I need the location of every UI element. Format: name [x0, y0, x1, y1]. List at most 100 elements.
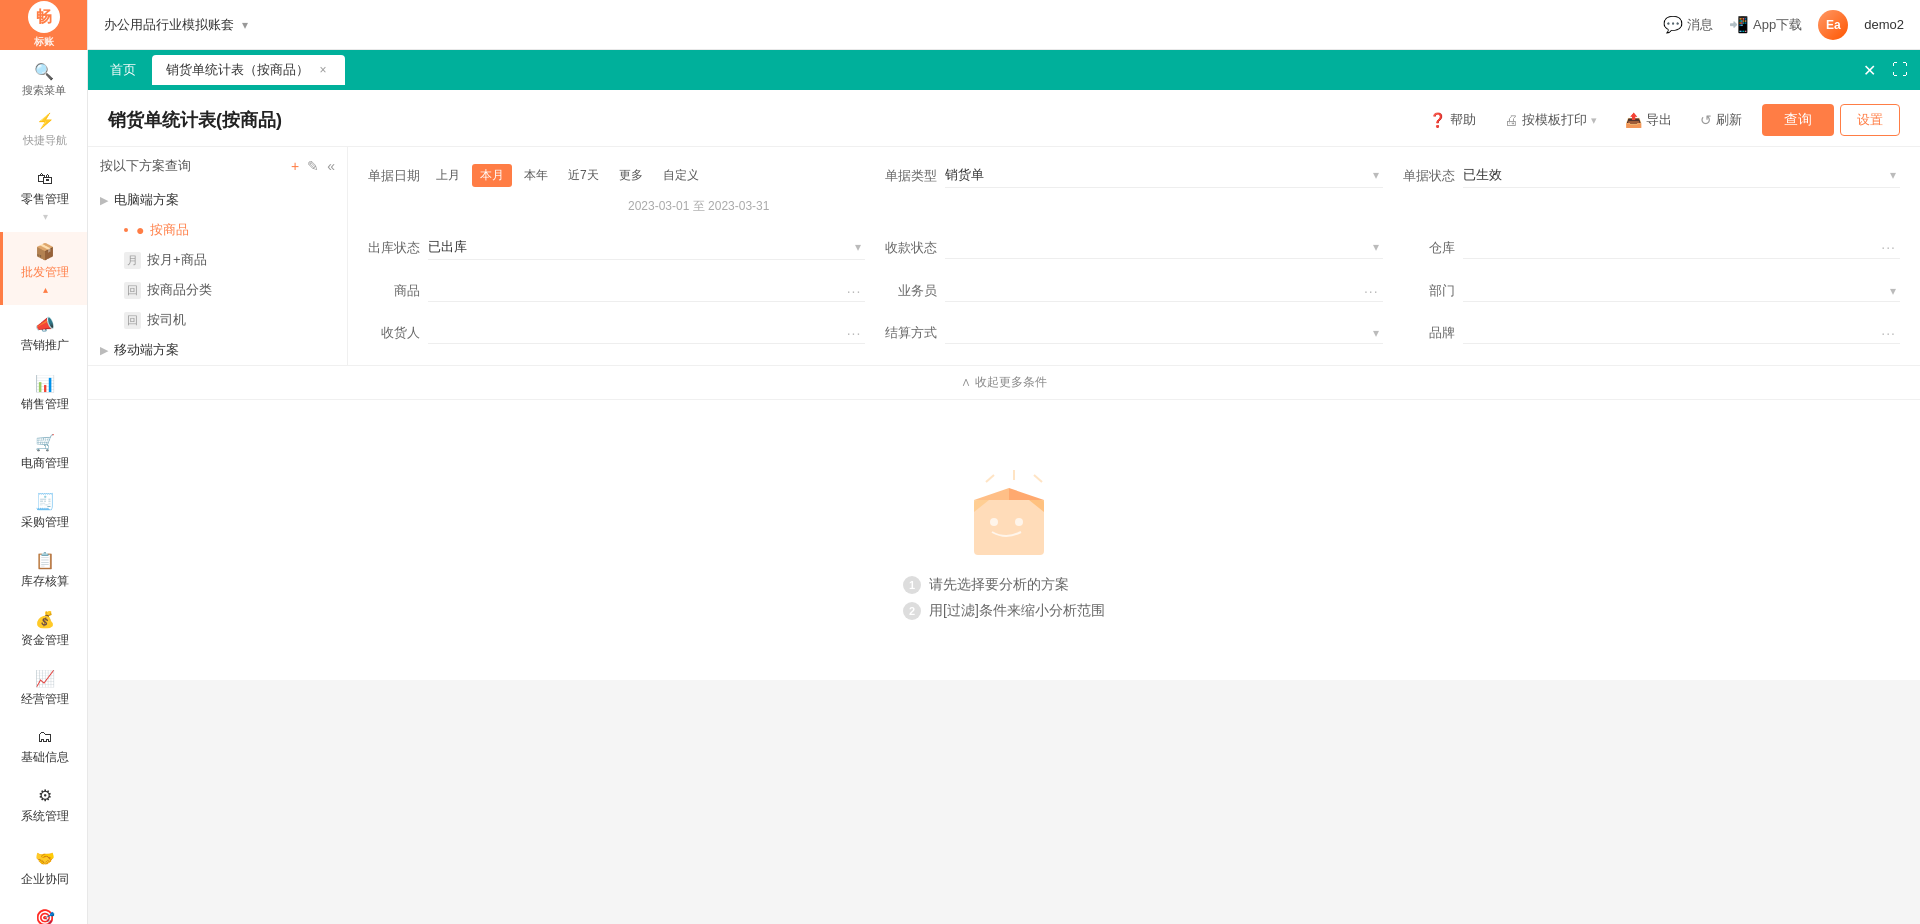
date-btn-custom[interactable]: 自定义 — [655, 164, 707, 187]
shortcut-nav[interactable]: ⚡ 快捷导航 — [0, 104, 87, 156]
tree-group-desktop[interactable]: ▶ 电脑端方案 — [88, 185, 347, 215]
sidebar-item-retail[interactable]: 🛍 零售管理 ▾ — [0, 160, 87, 232]
brand-dots[interactable]: ··· — [1881, 325, 1896, 341]
tab-close-button[interactable]: × — [315, 62, 331, 78]
tree-group-mobile-label: 移动端方案 — [114, 341, 179, 359]
tree-item-by-category[interactable]: 回 按商品分类 — [88, 275, 347, 305]
department-input[interactable] — [1463, 283, 1900, 298]
header-dropdown-arrow[interactable]: ▾ — [242, 18, 248, 32]
salesperson-label: 业务员 — [885, 282, 937, 300]
svg-rect-0 — [974, 500, 1044, 555]
wholesale-icon: 📦 — [35, 242, 55, 261]
settings-button[interactable]: 设置 — [1840, 104, 1900, 136]
sidebar-item-finance[interactable]: 💰 资金管理 — [0, 600, 87, 659]
sidebar-item-basic[interactable]: 🗂 基础信息 — [0, 718, 87, 776]
tree-item-by-vendor[interactable]: 回 按司机 — [88, 305, 347, 335]
query-button[interactable]: 查询 — [1762, 104, 1834, 136]
department-dropdown-icon[interactable]: ▾ — [1890, 284, 1896, 298]
sidebar-item-system[interactable]: ⚙ 系统管理 — [0, 776, 87, 835]
date-btn-last-month[interactable]: 上月 — [428, 164, 468, 187]
maximize-icon[interactable]: ⛶ — [1888, 57, 1912, 83]
tab-active[interactable]: 销货单统计表（按商品） × — [152, 55, 345, 85]
date-btn-7days[interactable]: 近7天 — [560, 164, 607, 187]
messages-button[interactable]: 💬 消息 — [1663, 15, 1713, 34]
receiver-input[interactable] — [428, 325, 865, 340]
avatar-text: Ea — [1826, 18, 1841, 32]
export-button[interactable]: 📤 导出 — [1617, 107, 1680, 133]
hint-text-2: 用[过滤]条件来缩小分析范围 — [929, 602, 1105, 620]
payment-status-input[interactable] — [945, 240, 1382, 255]
payment-status-dropdown-icon[interactable]: ▾ — [1373, 240, 1379, 254]
filter-cell-product: 商品 ··· — [348, 274, 865, 308]
app-logo: 畅 标账 — [0, 0, 87, 50]
sidebar-item-ecommerce[interactable]: 🛒 电商管理 — [0, 423, 87, 482]
search-menu[interactable]: 🔍 搜索菜单 — [0, 50, 87, 104]
empty-svg — [954, 460, 1074, 570]
sidebar-item-marketing-label: 营销推广 — [21, 337, 69, 354]
sidebar-item-sales[interactable]: 📊 销售管理 — [0, 364, 87, 423]
product-dots[interactable]: ··· — [847, 283, 862, 299]
print-button[interactable]: 🖨 按模板打印 ▾ — [1496, 107, 1605, 133]
month-product-prefix: 月 — [124, 252, 141, 269]
date-btn-this-year[interactable]: 本年 — [516, 164, 556, 187]
svg-line-9 — [986, 475, 994, 482]
top-header: 办公用品行业模拟账套 ▾ 💬 消息 📲 App下载 Ea demo2 — [88, 0, 1920, 50]
filter-cell-payment-status: 收款状态 ▾ — [865, 231, 1382, 265]
warehouse-status-dropdown-icon[interactable]: ▾ — [855, 240, 861, 254]
tree-item-by-month-product[interactable]: 月 按月+商品 — [88, 245, 347, 275]
tab-home[interactable]: 首页 — [96, 55, 150, 85]
collapse-label: ∧ 收起更多条件 — [961, 374, 1046, 391]
salesperson-dots[interactable]: ··· — [1364, 283, 1379, 299]
username[interactable]: demo2 — [1864, 17, 1904, 32]
payment-status-label: 收款状态 — [885, 239, 937, 257]
collapse-panel-icon[interactable]: « — [327, 158, 335, 174]
receiver-dots[interactable]: ··· — [847, 325, 862, 341]
empty-state: 1 请先选择要分析的方案 2 用[过滤]条件来缩小分析范围 — [88, 400, 1920, 680]
download-icon: 📲 — [1729, 15, 1749, 34]
sidebar-item-cooperation[interactable]: 🤝 企业协同 — [0, 839, 87, 898]
settlement-label: 结算方式 — [885, 324, 937, 342]
operation-icon: 📈 — [35, 669, 55, 688]
close-window-icon[interactable]: ✕ — [1859, 57, 1880, 84]
refresh-button[interactable]: ↺ 刷新 — [1692, 107, 1750, 133]
warehouse-input[interactable] — [1463, 240, 1900, 255]
doc-type-dropdown-icon[interactable]: ▾ — [1373, 168, 1379, 182]
date-btn-more[interactable]: 更多 — [611, 164, 651, 187]
doc-status-label: 单据状态 — [1403, 167, 1455, 185]
edit-scheme-icon[interactable]: ✎ — [307, 158, 319, 174]
tab-home-label: 首页 — [110, 61, 136, 79]
sales-icon: 📊 — [35, 374, 55, 393]
print-dropdown-icon[interactable]: ▾ — [1591, 114, 1597, 127]
warehouse-label: 仓库 — [1403, 239, 1455, 257]
app-download-button[interactable]: 📲 App下载 — [1729, 15, 1802, 34]
brand-input[interactable] — [1463, 325, 1900, 340]
add-scheme-icon[interactable]: + — [291, 158, 299, 174]
filter-cell-salesperson: 业务员 ··· — [865, 274, 1382, 308]
settlement-dropdown-icon[interactable]: ▾ — [1373, 326, 1379, 340]
sidebar-item-guide[interactable]: 🎯 新手引导 — [0, 898, 87, 924]
filter-cell-brand: 品牌 ··· — [1383, 316, 1900, 350]
empty-hints: 1 请先选择要分析的方案 2 用[过滤]条件来缩小分析范围 — [903, 576, 1105, 620]
collapse-button[interactable]: ∧ 收起更多条件 — [961, 374, 1046, 391]
sidebar-item-marketing[interactable]: 📣 营销推广 — [0, 305, 87, 364]
tree-group-mobile[interactable]: ▶ 移动端方案 — [88, 335, 347, 365]
date-btn-this-month[interactable]: 本月 — [472, 164, 512, 187]
doc-status-dropdown-icon[interactable]: ▾ — [1890, 168, 1896, 182]
settlement-input[interactable] — [945, 325, 1382, 340]
product-input[interactable] — [428, 283, 865, 298]
salesperson-input[interactable] — [945, 283, 1382, 298]
filter-cell-settlement: 结算方式 ▾ — [865, 316, 1382, 350]
help-button[interactable]: ❓ 帮助 — [1421, 107, 1484, 133]
sidebar-item-wholesale[interactable]: 📦 批发管理 ▴ — [0, 232, 87, 305]
warehouse-dots[interactable]: ··· — [1881, 239, 1896, 255]
sidebar-item-inventory[interactable]: 📋 库存核算 — [0, 541, 87, 600]
avatar[interactable]: Ea — [1818, 10, 1848, 40]
sidebar-item-retail-label: 零售管理 — [21, 191, 69, 208]
page-actions: ❓ 帮助 🖨 按模板打印 ▾ 📤 导出 ↺ 刷新 — [1421, 104, 1900, 136]
sidebar-item-operation[interactable]: 📈 经营管理 — [0, 659, 87, 718]
sidebar-item-purchase[interactable]: 🧾 采购管理 — [0, 482, 87, 541]
settlement-value-wrap: ▾ — [945, 322, 1382, 344]
tab-active-label: 销货单统计表（按商品） — [166, 61, 309, 79]
tree-item-by-product[interactable]: ● 按商品 — [88, 215, 347, 245]
filter-row-2: 出库状态 已出库 ▾ 收款状态 ▾ — [348, 221, 1920, 266]
